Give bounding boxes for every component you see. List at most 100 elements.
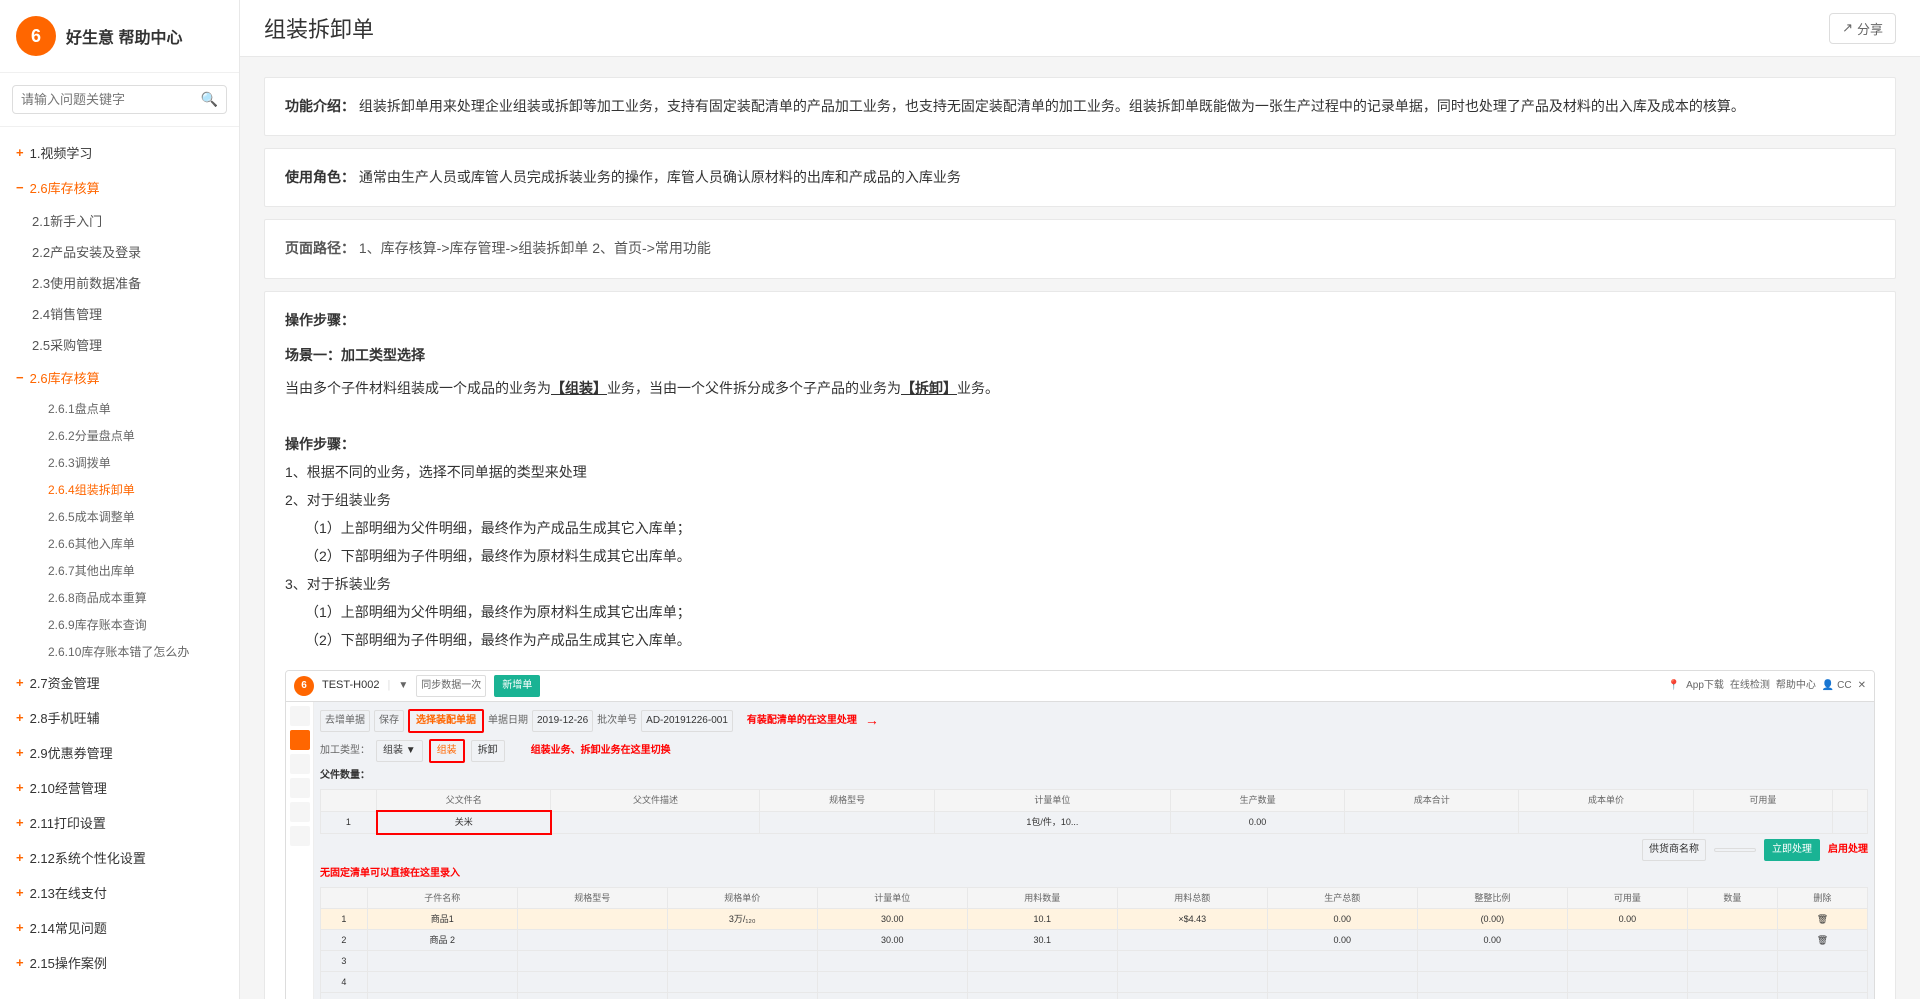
share-button[interactable]: ↗ 分享	[1829, 13, 1896, 44]
steps-label: 操作步骤：	[285, 430, 1875, 458]
logo-icon: 6	[16, 16, 56, 56]
parent-cell-name: 关米	[377, 811, 551, 833]
ss-date-label: 单据日期	[488, 712, 528, 730]
screenshot-dropdown: ▼	[398, 677, 408, 695]
sidebar-item-system[interactable]: + 2.12系统个性化设置	[0, 840, 239, 875]
sidebar-item-inventory[interactable]: − 2.6库存核算	[0, 360, 239, 395]
ss-btn-save[interactable]: 保存	[374, 710, 404, 732]
sidebar-item-assemble[interactable]: 2.6.4组装拆卸单	[0, 476, 239, 503]
ss-supplier-input[interactable]: 供货商名称	[1642, 839, 1706, 861]
screenshot-container: 6 TEST-H002 | ▼ 同步数据一次 新增单 📍 App下载 在线检测 …	[285, 670, 1875, 999]
annotation-3: 组装业务、拆卸业务在这里切换	[531, 742, 671, 760]
sidebar-item-otherin[interactable]: 2.6.6其他入库单	[0, 530, 239, 557]
step1-text: 1、根据不同的业务，选择不同单据的类型来处理	[285, 458, 1875, 486]
docs-label: 2.6库存核算	[30, 178, 100, 197]
ss-btn-process[interactable]: 选择装配单据	[408, 709, 484, 733]
arrow-right-1: →	[865, 708, 879, 733]
ss-sidebar-item-4	[290, 778, 310, 798]
expand-icon-gold: +	[16, 675, 24, 690]
sidebar-item-adjust[interactable]: 2.6.3调拨单	[0, 449, 239, 476]
ss-disassemble-btn[interactable]: 拆卸	[471, 740, 505, 762]
collapse-icon-docs: −	[16, 180, 24, 195]
expand-icon-video: +	[16, 145, 24, 160]
expand-icon-print: +	[16, 815, 24, 830]
sub-row-3: 3	[321, 951, 1868, 972]
ss-btn-newbill[interactable]: 去增单据	[320, 710, 370, 732]
ops-title: 操作步骤：	[285, 308, 1875, 333]
search-input[interactable]	[21, 92, 201, 107]
sidebar-item-ledger[interactable]: 2.6.9库存账本查询	[0, 611, 239, 638]
role-card: 使用角色： 通常由生产人员或库管人员完成拆装业务的操作，库管人员确认原材料的出库…	[264, 148, 1896, 207]
sidebar-item-sale[interactable]: 2.4销售管理	[0, 298, 239, 329]
content-area: 功能介绍： 组装拆卸单用来处理企业组装或拆卸等加工业务，支持有固定装配清单的产品…	[240, 57, 1920, 999]
screenshot-active-tab[interactable]: 新增单	[494, 675, 540, 697]
top-bar: 组装拆卸单 ↗ 分享	[240, 0, 1920, 57]
sidebar-item-otherout[interactable]: 2.6.7其他出库单	[0, 557, 239, 584]
assemble-link[interactable]: 【组装】	[551, 380, 607, 396]
search-icon[interactable]: 🔍	[201, 91, 218, 108]
sidebar-item-costreset[interactable]: 2.6.8商品成本重算	[0, 584, 239, 611]
logo-area: 6 好生意 帮助中心	[0, 0, 239, 73]
sidebar-item-faq[interactable]: + 2.14常见问题	[0, 910, 239, 945]
expand-icon-cases: +	[16, 955, 24, 970]
sub-row-1: 1 商品1 3万/₁₂₀ 30.00 10.1 ×$4.43 0.00 (0.	[321, 908, 1868, 929]
sub-sub-items-inventory: 2.6.1盘点单 2.6.2分量盘点单 2.6.3调拨单 2.6.4组装拆卸单 …	[0, 395, 239, 665]
sidebar-item-newbie[interactable]: 2.1新手入门	[0, 205, 239, 236]
main-area: 组装拆卸单 ↗ 分享 功能介绍： 组装拆卸单用来处理企业组装或拆卸等加工业务，支…	[240, 0, 1920, 999]
sidebar-item-operate[interactable]: + 2.10经营管理	[0, 770, 239, 805]
sidebar-item-coupon[interactable]: + 2.9优惠券管理	[0, 735, 239, 770]
search-box[interactable]: 🔍	[12, 85, 227, 114]
sidebar-item-print[interactable]: + 2.11打印设置	[0, 805, 239, 840]
sidebar-item-cost[interactable]: 2.6.5成本调整单	[0, 503, 239, 530]
collapse-icon-inventory: −	[16, 370, 24, 385]
logo-text: 好生意 帮助中心	[66, 24, 182, 48]
sidebar-item-data[interactable]: 2.3使用前数据准备	[0, 267, 239, 298]
sidebar-item-docs[interactable]: − 2.6库存核算	[0, 170, 239, 205]
parent-table-header: 父文件名 父文件描述 规格型号 计量单位 生产数量 成本合计 成本单价 可用量	[321, 790, 1868, 812]
screenshot-parent-table: 父文件名 父文件描述 规格型号 计量单位 生产数量 成本合计 成本单价 可用量	[320, 789, 1868, 834]
screenshot-sync-btn[interactable]: 同步数据一次	[416, 675, 486, 697]
sidebar-item-purchase[interactable]: 2.5采购管理	[0, 329, 239, 360]
screenshot-body: 去增单据 保存 选择装配单据 单据日期 2019-12-26 批次单号 AD-2…	[286, 702, 1874, 999]
sidebar-item-video[interactable]: + 1.视频学习	[0, 135, 239, 170]
ss-assemble-btn[interactable]: 组装	[429, 739, 465, 763]
search-area: 🔍	[0, 73, 239, 127]
path-label: 页面路径：	[285, 240, 355, 256]
expand-icon-online: +	[16, 885, 24, 900]
annotation-5: 无固定清单可以直接在这里录入	[320, 865, 1868, 883]
disassemble-link[interactable]: 【拆卸】	[901, 380, 957, 396]
ss-type-label: 加工类型：	[320, 742, 370, 760]
expand-icon-operate: +	[16, 780, 24, 795]
ss-confirm-btn[interactable]: 立即处理	[1764, 839, 1820, 861]
annotation-4: 启用处理	[1828, 841, 1868, 859]
intro-label: 功能介绍：	[285, 98, 355, 114]
step2-2-text: （2）下部明细为子件明细，最终作为原材料生成其它出库单。	[285, 542, 1875, 570]
sidebar: 6 好生意 帮助中心 🔍 + 1.视频学习 − 2.6库存核算 2.1新手入门 …	[0, 0, 240, 999]
expand-icon-coupon: +	[16, 745, 24, 760]
sidebar-item-gold[interactable]: + 2.7资金管理	[0, 665, 239, 700]
sub-row-4: 4	[321, 972, 1868, 993]
ss-batch-value: AD-20191226-001	[641, 710, 733, 732]
path-text: 1、库存核算->库存管理->组装拆卸单 2、首页->常用功能	[359, 240, 711, 256]
sub-row-5: 5	[321, 993, 1868, 999]
sidebar-item-mobile[interactable]: + 2.8手机旺辅	[0, 700, 239, 735]
sidebar-item-install[interactable]: 2.2产品安装及登录	[0, 236, 239, 267]
page-title: 组装拆卸单	[264, 12, 374, 44]
ss-sidebar-item-2	[290, 730, 310, 750]
step3-1-text: （1）上部明细为父件明细，最终作为原材料生成其它出库单；	[285, 598, 1875, 626]
expand-icon-faq: +	[16, 920, 24, 935]
sidebar-item-partial[interactable]: 2.6.2分量盘点单	[0, 422, 239, 449]
sub-row-2: 2 商品 2 30.00 30.1 0.00 0.00	[321, 929, 1868, 950]
screenshot-topbar: 6 TEST-H002 | ▼ 同步数据一次 新增单 📍 App下载 在线检测 …	[286, 671, 1874, 702]
sidebar-item-cases[interactable]: + 2.15操作案例	[0, 945, 239, 980]
sidebar-item-online[interactable]: + 2.13在线支付	[0, 875, 239, 910]
screenshot-icons: 📍 App下载 在线检测 帮助中心 👤 CC ✕	[1668, 677, 1866, 695]
intro-text: 组装拆卸单用来处理企业组装或拆卸等加工业务，支持有固定装配清单的产品加工业务，也…	[359, 98, 1745, 114]
sidebar-item-stocktake[interactable]: 2.6.1盘点单	[0, 395, 239, 422]
role-label: 使用角色：	[285, 169, 355, 185]
sidebar-item-wrong[interactable]: 2.6.10库存账本错了怎么办	[0, 638, 239, 665]
ss-sidebar-item-1	[290, 706, 310, 726]
ss-date-value: 2019-12-26	[532, 710, 593, 732]
step2-text: 2、对于组装业务	[285, 486, 1875, 514]
ss-type-select[interactable]: 组装 ▼	[376, 740, 423, 762]
